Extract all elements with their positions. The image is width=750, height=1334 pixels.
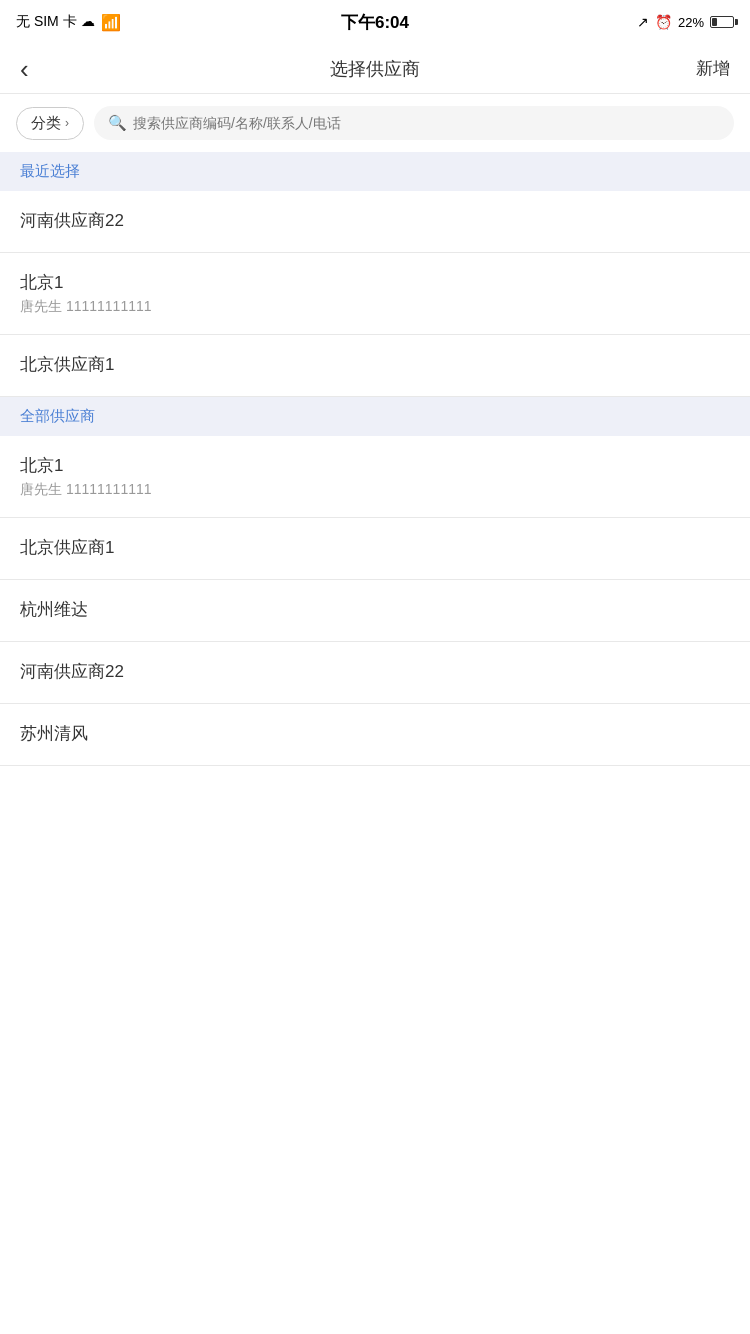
item-sub: 唐先生 11111111111 bbox=[20, 481, 730, 499]
add-button[interactable]: 新增 bbox=[696, 57, 730, 80]
item-sub: 唐先生 11111111111 bbox=[20, 298, 730, 316]
search-icon: 🔍 bbox=[108, 114, 127, 132]
status-left: 无 SIM 卡 ☁ 📶 bbox=[16, 13, 121, 32]
item-name: 北京1 bbox=[20, 454, 730, 477]
list-item[interactable]: 北京供应商1 bbox=[0, 518, 750, 580]
status-time: 下午6:04 bbox=[341, 11, 409, 34]
filter-bar: 分类 › 🔍 bbox=[0, 94, 750, 152]
item-name: 北京1 bbox=[20, 271, 730, 294]
list-item[interactable]: 北京1 唐先生 11111111111 bbox=[0, 253, 750, 335]
status-right: ↗ ⏰ 22% bbox=[637, 14, 734, 30]
alarm-icon: ⏰ bbox=[655, 14, 672, 30]
all-section-header: 全部供应商 bbox=[0, 397, 750, 436]
wifi-icon: 📶 bbox=[101, 13, 121, 32]
category-filter[interactable]: 分类 › bbox=[16, 107, 84, 140]
list-item[interactable]: 苏州清风 bbox=[0, 704, 750, 766]
list-item[interactable]: 杭州维达 bbox=[0, 580, 750, 642]
location-icon: ↗ bbox=[637, 14, 649, 30]
item-name: 杭州维达 bbox=[20, 598, 730, 621]
category-label: 分类 bbox=[31, 114, 61, 133]
chevron-right-icon: › bbox=[65, 116, 69, 130]
no-sim-text: 无 SIM 卡 ☁ bbox=[16, 13, 95, 31]
list-item[interactable]: 北京1 唐先生 11111111111 bbox=[0, 436, 750, 518]
item-name: 北京供应商1 bbox=[20, 536, 730, 559]
search-box[interactable]: 🔍 bbox=[94, 106, 734, 140]
list-item[interactable]: 河南供应商22 bbox=[0, 642, 750, 704]
recent-items-list: 河南供应商22 北京1 唐先生 11111111111 北京供应商1 bbox=[0, 191, 750, 397]
list-item[interactable]: 河南供应商22 bbox=[0, 191, 750, 253]
item-name: 河南供应商22 bbox=[20, 209, 730, 232]
list-item[interactable]: 北京供应商1 bbox=[0, 335, 750, 397]
item-name: 苏州清风 bbox=[20, 722, 730, 745]
all-section-label: 全部供应商 bbox=[20, 407, 95, 424]
all-items-list: 北京1 唐先生 11111111111 北京供应商1 杭州维达河南供应商22 苏州清风 bbox=[0, 436, 750, 766]
battery-text: 22% bbox=[678, 15, 704, 30]
item-name: 北京供应商1 bbox=[20, 353, 730, 376]
status-bar: 无 SIM 卡 ☁ 📶 下午6:04 ↗ ⏰ 22% bbox=[0, 0, 750, 44]
battery-icon bbox=[710, 16, 734, 28]
search-input[interactable] bbox=[133, 115, 720, 131]
nav-bar: ‹ 选择供应商 新增 bbox=[0, 44, 750, 94]
recent-section-label: 最近选择 bbox=[20, 162, 80, 179]
item-name: 河南供应商22 bbox=[20, 660, 730, 683]
recent-section-header: 最近选择 bbox=[0, 152, 750, 191]
page-title: 选择供应商 bbox=[330, 57, 420, 81]
back-button[interactable]: ‹ bbox=[20, 56, 29, 82]
